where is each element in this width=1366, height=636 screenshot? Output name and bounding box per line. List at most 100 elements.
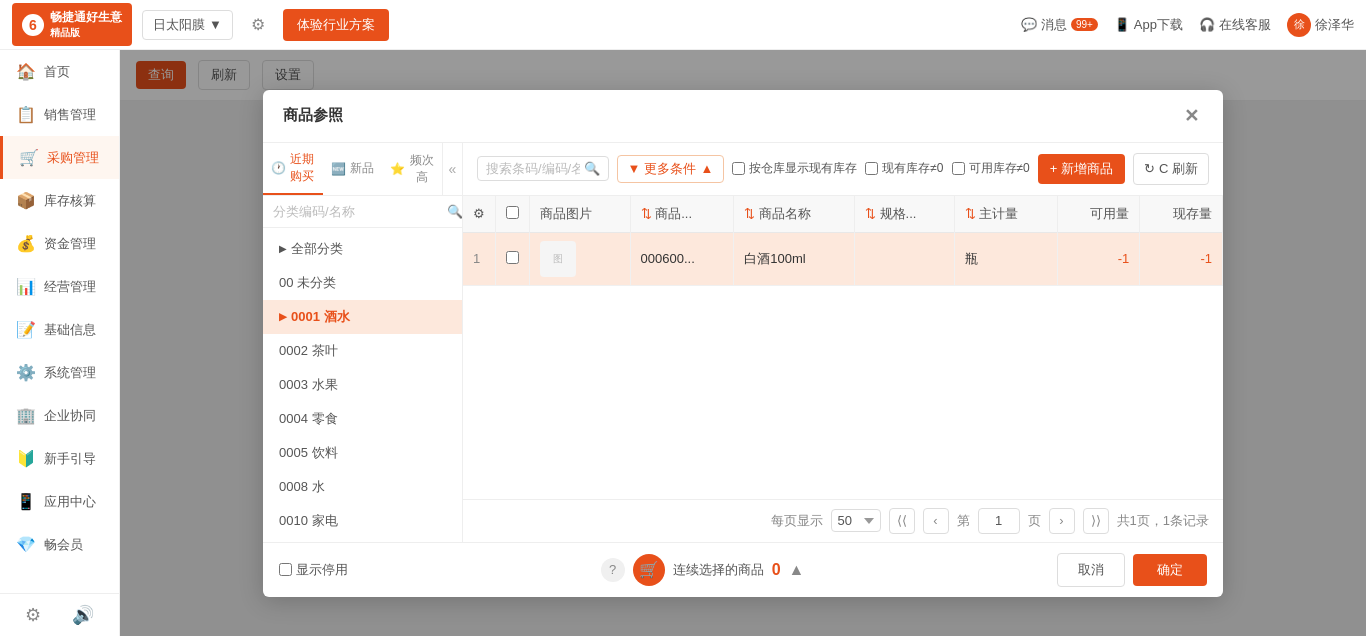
recent-icon: 🕐	[271, 161, 286, 175]
sidebar-item-enterprise[interactable]: 🏢 企业协同	[0, 394, 119, 437]
first-page-button[interactable]: ⟨⟨	[889, 508, 915, 534]
cat-item-00[interactable]: 00 未分类	[263, 266, 462, 300]
per-page-label: 每页显示	[771, 512, 823, 530]
tab-new[interactable]: 🆕 新品	[323, 143, 383, 195]
search-icon[interactable]: 🔍	[584, 161, 600, 176]
sidebar-item-guide[interactable]: 🔰 新手引导	[0, 437, 119, 480]
refresh-icon: ↻	[1144, 161, 1155, 176]
content-panel: 🔍 ▼ 更多条件 ▲ 按仓库显示现有库存	[463, 143, 1223, 542]
cat-item-0008[interactable]: 0008 水	[263, 470, 462, 504]
chevron-up-icon: ▲	[700, 161, 713, 176]
cancel-button[interactable]: 取消	[1057, 553, 1125, 587]
category-panel: 🕐 近期购买 🆕 新品 ⭐ 频次高 «	[263, 143, 463, 542]
settings-bottom-icon[interactable]: ⚙	[25, 604, 41, 626]
sidebar-item-home[interactable]: 🏠 首页	[0, 50, 119, 93]
company-dropdown[interactable]: 日太阳膜 ▼	[142, 10, 233, 40]
sidebar-item-member[interactable]: 💎 畅会员	[0, 523, 119, 566]
page-number-input[interactable]	[978, 508, 1020, 534]
online-service-nav-item[interactable]: 🎧 在线客服	[1199, 16, 1271, 34]
cat-item-0004[interactable]: 0004 零食	[263, 402, 462, 436]
user-nav-item[interactable]: 徐 徐泽华	[1287, 13, 1354, 37]
th-code[interactable]: ⇅ 商品...	[630, 196, 734, 233]
cat-item-all[interactable]: ▶ 全部分类	[263, 232, 462, 266]
modal-body: 🕐 近期购买 🆕 新品 ⭐ 频次高 «	[263, 143, 1223, 542]
modal-close-button[interactable]: ✕	[1179, 104, 1203, 128]
sidebar-item-purchase[interactable]: 🛒 采购管理	[0, 136, 119, 179]
sales-icon: 📋	[16, 105, 36, 124]
row-code: 000600...	[630, 232, 734, 285]
phone-icon: 📱	[1114, 17, 1130, 32]
refresh-button[interactable]: ↻ C 刷新	[1133, 153, 1209, 185]
column-settings-icon[interactable]: ⚙	[473, 206, 485, 221]
cat-item-0003[interactable]: 0003 水果	[263, 368, 462, 402]
help-icon[interactable]: ?	[601, 558, 625, 582]
sidebar-item-basic[interactable]: 📝 基础信息	[0, 308, 119, 351]
sidebar-item-sales[interactable]: 📋 销售管理	[0, 93, 119, 136]
arrow-right-active-icon: ▶	[279, 311, 287, 322]
product-table-wrap: ⚙ 商品图片 ⇅ 商品...	[463, 196, 1223, 499]
pagination: 每页显示 50 20 100 ⟨⟨ ‹ 第 页 › ⟩⟩ 共1页，1条	[463, 499, 1223, 542]
th-unit[interactable]: ⇅ 主计量	[954, 196, 1057, 233]
category-search-icon[interactable]: 🔍	[447, 204, 463, 219]
add-product-button[interactable]: + 新增商品	[1038, 154, 1125, 184]
next-page-button[interactable]: ›	[1049, 508, 1075, 534]
select-all-checkbox[interactable]	[506, 206, 519, 219]
per-page-select[interactable]: 50 20 100	[831, 509, 881, 532]
tab-frequent[interactable]: ⭐ 频次高	[382, 143, 442, 195]
sort-name-icon: ⇅	[744, 206, 755, 221]
product-table: ⚙ 商品图片 ⇅ 商品...	[463, 196, 1223, 286]
th-spec[interactable]: ⇅ 规格...	[854, 196, 954, 233]
selected-count: 0	[772, 561, 781, 579]
cat-item-0001[interactable]: ▶ 0001 酒水	[263, 300, 462, 334]
product-image: 图	[540, 241, 576, 277]
modal-header: 商品参照 ✕	[263, 90, 1223, 143]
sound-icon[interactable]: 🔊	[72, 604, 94, 626]
checkbox-warehouse-input[interactable]	[732, 162, 745, 175]
product-search-input[interactable]	[486, 161, 580, 176]
th-settings[interactable]: ⚙	[463, 196, 496, 233]
row-stock: -1	[1140, 232, 1223, 285]
checkbox-current-stock[interactable]: 现有库存≠0	[865, 160, 943, 177]
filter-button[interactable]: ▼ 更多条件 ▲	[617, 155, 725, 183]
category-search-input[interactable]	[273, 204, 441, 219]
chevron-down-icon: ▼	[209, 17, 222, 32]
cat-item-0002[interactable]: 0002 茶叶	[263, 334, 462, 368]
top-nav: 6 畅捷通好生意 精品版 日太阳膜 ▼ ⚙ 体验行业方案 💬 消息 99+ 📱 …	[0, 0, 1366, 50]
checkbox-warehouse-stock[interactable]: 按仓库显示现有库存	[732, 160, 857, 177]
enterprise-icon: 🏢	[16, 406, 36, 425]
cart-icon[interactable]: 🛒	[633, 554, 665, 586]
checkbox-current-input[interactable]	[865, 162, 878, 175]
confirm-button[interactable]: 确定	[1133, 554, 1207, 586]
show-disabled-checkbox[interactable]: 显示停用	[279, 561, 348, 579]
sidebar-item-operation[interactable]: 📊 经营管理	[0, 265, 119, 308]
checkbox-available-input[interactable]	[952, 162, 965, 175]
row-checkbox[interactable]	[496, 232, 530, 285]
table-row[interactable]: 1 图 000600... 白酒100ml	[463, 232, 1223, 285]
collapse-panel-button[interactable]: «	[442, 143, 462, 195]
th-image: 商品图片	[530, 196, 631, 233]
sidebar-item-inventory[interactable]: 📦 库存核算	[0, 179, 119, 222]
th-name[interactable]: ⇅ 商品名称	[734, 196, 855, 233]
sidebar-item-system[interactable]: ⚙️ 系统管理	[0, 351, 119, 394]
row-select-checkbox[interactable]	[506, 251, 519, 264]
cat-item-0010[interactable]: 0010 家电	[263, 504, 462, 538]
apps-icon: 📱	[16, 492, 36, 511]
sidebar-item-apps[interactable]: 📱 应用中心	[0, 480, 119, 523]
messages-nav-item[interactable]: 💬 消息 99+	[1021, 16, 1098, 34]
app-download-nav-item[interactable]: 📱 App下载	[1114, 16, 1183, 34]
trial-button[interactable]: 体验行业方案	[283, 9, 389, 41]
tab-recent[interactable]: 🕐 近期购买	[263, 143, 323, 195]
sidebar-item-finance[interactable]: 💰 资金管理	[0, 222, 119, 265]
product-search-wrap: 🔍	[477, 156, 609, 181]
show-disabled-input[interactable]	[279, 563, 292, 576]
th-available: 可用量	[1057, 196, 1140, 233]
last-page-button[interactable]: ⟩⟩	[1083, 508, 1109, 534]
star-icon: ⭐	[390, 162, 405, 176]
purchase-icon: 🛒	[19, 148, 39, 167]
cat-item-0005[interactable]: 0005 饮料	[263, 436, 462, 470]
collapse-footer-icon[interactable]: ▲	[789, 561, 805, 579]
settings-gear-icon[interactable]: ⚙	[243, 10, 273, 40]
row-num: 1	[463, 232, 496, 285]
prev-page-button[interactable]: ‹	[923, 508, 949, 534]
checkbox-available-stock[interactable]: 可用库存≠0	[952, 160, 1030, 177]
